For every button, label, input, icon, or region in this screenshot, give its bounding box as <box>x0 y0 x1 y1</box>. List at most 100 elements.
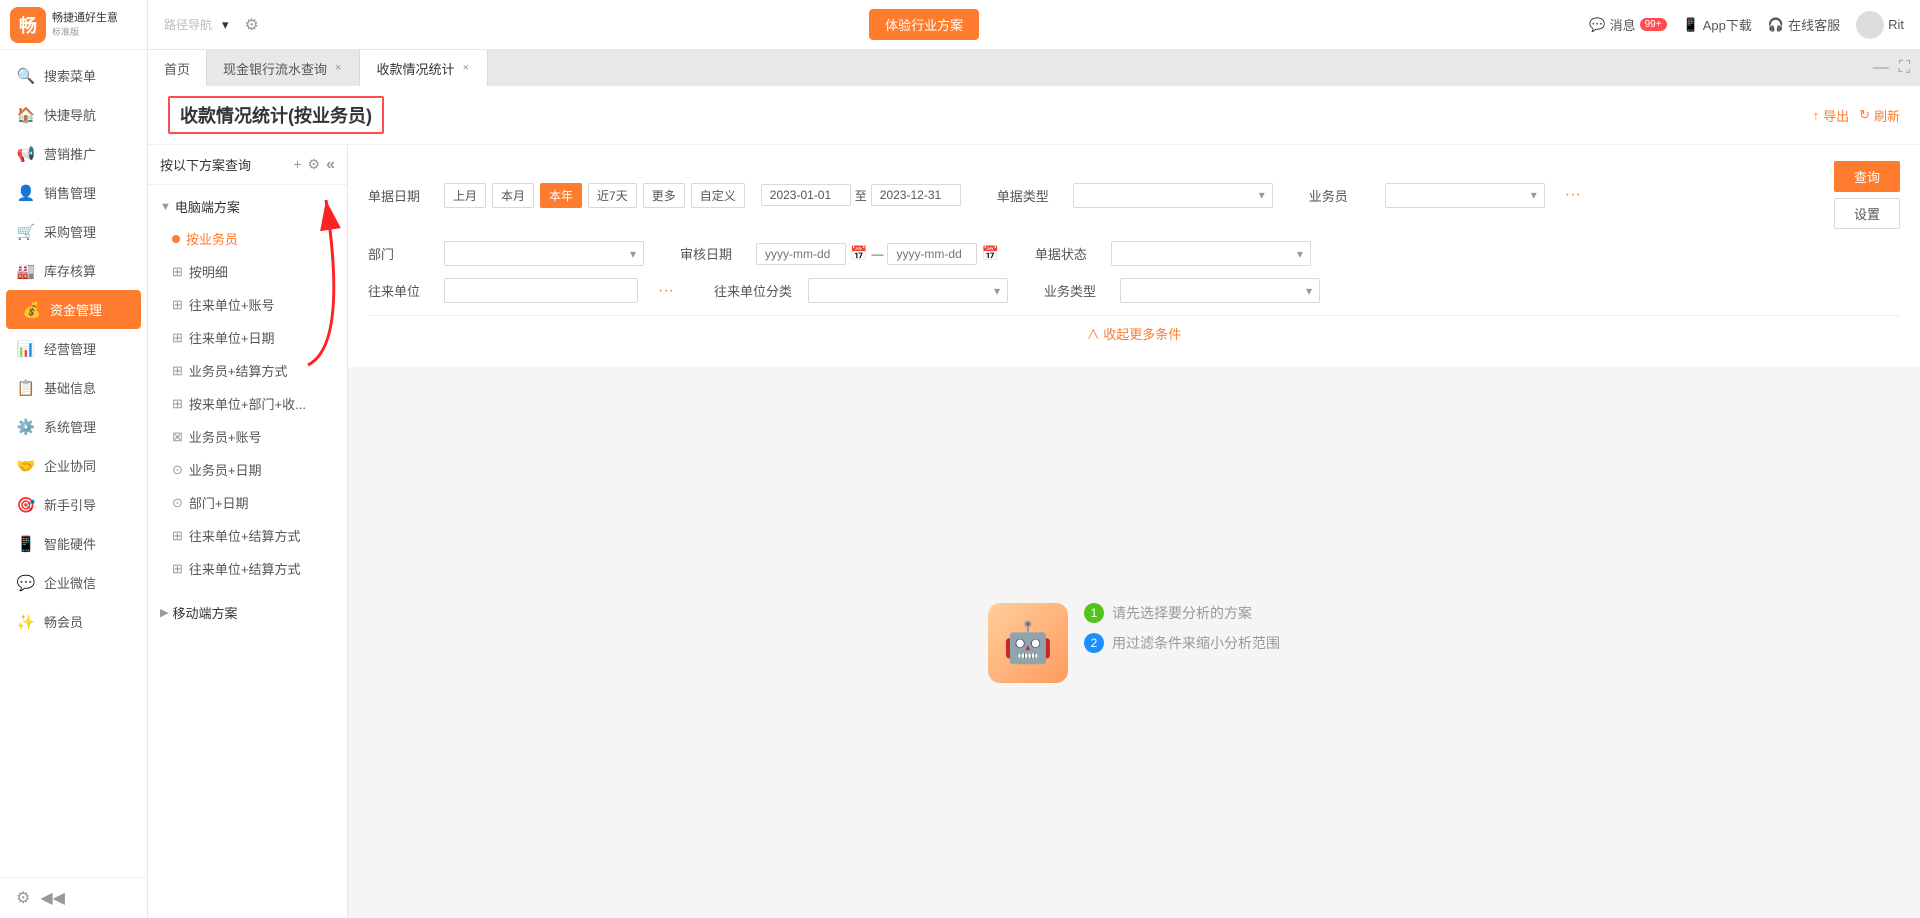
review-date-from-input[interactable] <box>756 243 846 265</box>
scheme-item-unit-dept[interactable]: ⊞ 按来单位+部门+收... <box>148 387 347 420</box>
sidebar-item-guide[interactable]: 🎯 新手引导 <box>0 485 147 524</box>
scheme-add-icon[interactable]: + <box>293 156 301 174</box>
header-settings-icon[interactable]: ⚙ <box>245 15 259 35</box>
refresh-button[interactable]: ↻ 刷新 <box>1859 106 1900 125</box>
scheme-collapse-icon[interactable]: « <box>326 156 335 174</box>
date-btn-custom[interactable]: 自定义 <box>691 183 745 208</box>
hardware-icon: 📱 <box>16 535 36 553</box>
grid-icon: ⊞ <box>172 528 183 544</box>
sidebar-item-quicknav[interactable]: 🏠 快捷导航 <box>0 95 147 134</box>
biz-type-select[interactable] <box>1120 278 1320 303</box>
date-from-input[interactable] <box>761 184 851 206</box>
review-date-calendar-from[interactable]: 📅 <box>850 245 867 262</box>
tab-collection-close[interactable]: × <box>460 60 470 76</box>
message-label: 消息 <box>1610 15 1636 34</box>
sidebar-item-hardware[interactable]: 📱 智能硬件 <box>0 524 147 563</box>
date-shortcut-group: 上月 本月 本年 近7天 更多 自定义 <box>444 183 745 208</box>
tab-minimize-icon[interactable]: — <box>1873 59 1889 77</box>
dept-select[interactable] <box>444 241 644 266</box>
home-icon: 🏠 <box>16 106 36 124</box>
guide-icon: 🎯 <box>16 496 36 514</box>
tab-home[interactable]: 首页 <box>148 50 207 86</box>
grid-icon: ⊞ <box>172 264 183 280</box>
scheme-item-salesperson-settle[interactable]: ⊞ 业务员+结算方式 <box>148 354 347 387</box>
doc-type-select[interactable] <box>1073 183 1273 208</box>
date-to-input[interactable] <box>871 184 961 206</box>
operations-icon: 📊 <box>16 340 36 358</box>
breadcrumb-dropdown[interactable]: ▾ <box>222 17 229 33</box>
filter-settings-button[interactable]: 设置 <box>1834 198 1900 229</box>
app-download-item[interactable]: 📱 App下载 <box>1683 15 1752 34</box>
date-btn-last-7days[interactable]: 近7天 <box>588 183 637 208</box>
scheme-group-mobile-title[interactable]: ▶ 移动端方案 <box>148 597 347 628</box>
date-btn-last-month[interactable]: 上月 <box>444 183 486 208</box>
scheme-item-by-salesperson[interactable]: 按业务员 <box>148 222 347 255</box>
sidebar-item-sales[interactable]: 👤 销售管理 <box>0 173 147 212</box>
message-item[interactable]: 💬 消息 99+ <box>1589 15 1666 34</box>
search-icon: 🔍 <box>16 67 36 85</box>
sidebar-item-purchase[interactable]: 🛒 采购管理 <box>0 212 147 251</box>
sidebar-item-inventory[interactable]: 🏭 库存核算 <box>0 251 147 290</box>
circle-icon: ⊙ <box>172 495 183 511</box>
salesperson-dots-btn[interactable]: ··· <box>1561 186 1585 204</box>
settings-footer-icon[interactable]: ⚙ <box>16 888 30 908</box>
scheme-item-unit-account[interactable]: ⊞ 往来单位+账号 <box>148 288 347 321</box>
collapse-more-conditions[interactable]: ∧ 收起更多条件 <box>368 315 1900 351</box>
export-button[interactable]: ↑ 导出 <box>1813 106 1850 125</box>
sidebar-item-label: 新手引导 <box>44 495 96 514</box>
user-item[interactable]: Rit <box>1856 11 1904 39</box>
scheme-item-salesperson-account[interactable]: ⊠ 业务员+账号 <box>148 420 347 453</box>
review-date-calendar-to[interactable]: 📅 <box>981 245 998 262</box>
grid-icon: ⊞ <box>172 396 183 412</box>
refresh-label: 刷新 <box>1874 106 1900 125</box>
partner-category-select[interactable] <box>808 278 1008 303</box>
scheme-item-by-detail[interactable]: ⊞ 按明细 <box>148 255 347 288</box>
scheme-group-mobile-label: 移动端方案 <box>172 603 237 622</box>
salesperson-select[interactable] <box>1385 183 1545 208</box>
collapse-sidebar-icon[interactable]: ◀◀ <box>40 888 65 908</box>
scheme-item-dept-date[interactable]: ⊙ 部门+日期 <box>148 486 347 519</box>
scheme-settings-icon[interactable]: ⚙ <box>308 156 321 174</box>
partner-input[interactable] <box>444 278 638 303</box>
scheme-panel: 按以下方案查询 + ⚙ « ▼ 电脑端方案 按业务员 ⊞ <box>148 145 348 918</box>
sidebar-item-search[interactable]: 🔍 搜索菜单 <box>0 56 147 95</box>
scheme-item-salesperson-date[interactable]: ⊙ 业务员+日期 <box>148 453 347 486</box>
date-btn-this-year[interactable]: 本年 <box>540 183 582 208</box>
salesperson-select-wrapper <box>1385 183 1545 208</box>
scheme-group-desktop-title[interactable]: ▼ 电脑端方案 <box>148 191 347 222</box>
scheme-header-actions: + ⚙ « <box>293 156 335 174</box>
hint-text-2: 用过滤条件来缩小分析范围 <box>1112 633 1280 653</box>
scheme-item-unit-settle1[interactable]: ⊞ 往来单位+结算方式 <box>148 519 347 552</box>
sidebar-item-operations[interactable]: 📊 经营管理 <box>0 329 147 368</box>
scheme-item-unit-date[interactable]: ⊞ 往来单位+日期 <box>148 321 347 354</box>
sidebar-item-system[interactable]: ⚙️ 系统管理 <box>0 407 147 446</box>
tab-bank-close[interactable]: × <box>333 60 343 76</box>
partner-dots-btn[interactable]: ··· <box>654 282 678 300</box>
review-date-separator: — <box>871 247 883 261</box>
sidebar-item-wechat[interactable]: 💬 企业微信 <box>0 563 147 602</box>
online-service-item[interactable]: 🎧 在线客服 <box>1768 15 1840 34</box>
sidebar-item-marketing[interactable]: 📢 营销推广 <box>0 134 147 173</box>
scheme-item-unit-settle2[interactable]: ⊞ 往来单位+结算方式 <box>148 552 347 585</box>
date-btn-more[interactable]: 更多 <box>643 183 685 208</box>
date-btn-this-month[interactable]: 本月 <box>492 183 534 208</box>
trial-button[interactable]: 体验行业方案 <box>869 9 979 40</box>
sidebar: 畅 畅捷通好生意 标准版 🔍 搜索菜单 🏠 快捷导航 📢 营销推广 👤 销售管理… <box>0 0 148 918</box>
sidebar-item-label: 智能硬件 <box>44 534 96 553</box>
chevron-down-icon: ▼ <box>160 201 171 213</box>
sidebar-item-member[interactable]: ✨ 畅会员 <box>0 602 147 641</box>
tab-collection[interactable]: 收款情况统计 × <box>360 50 487 86</box>
query-button[interactable]: 查询 <box>1834 161 1900 192</box>
sidebar-item-label: 快捷导航 <box>44 105 96 124</box>
tab-bank[interactable]: 现金银行流水查询 × <box>207 50 360 86</box>
review-date-to-input[interactable] <box>887 243 977 265</box>
doc-status-select-wrapper <box>1111 241 1311 266</box>
sidebar-item-finance[interactable]: 💰 资金管理 <box>6 290 141 329</box>
scheme-item-label: 部门+日期 <box>189 493 249 512</box>
sidebar-item-enterprise[interactable]: 🤝 企业协同 <box>0 446 147 485</box>
doc-status-select[interactable] <box>1111 241 1311 266</box>
sidebar-item-basic[interactable]: 📋 基础信息 <box>0 368 147 407</box>
basic-icon: 📋 <box>16 379 36 397</box>
sales-icon: 👤 <box>16 184 36 202</box>
tab-expand-icon[interactable]: ⛶ <box>1899 59 1910 77</box>
